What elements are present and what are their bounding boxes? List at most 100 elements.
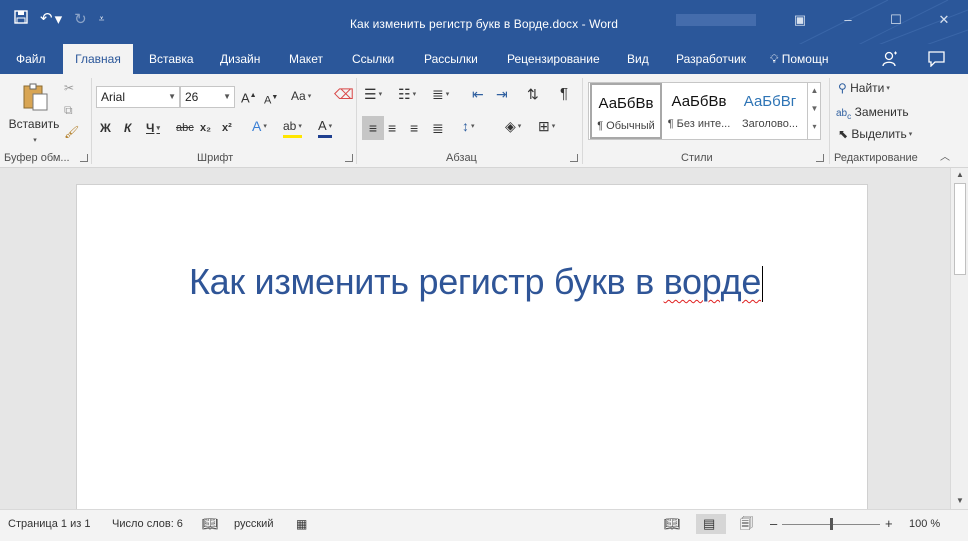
styles-dialog-launcher[interactable] [816, 154, 824, 162]
tab-view[interactable]: Вид [615, 44, 661, 74]
misspelled-word[interactable]: ворде [664, 261, 762, 302]
ribbon-tabs: Файл Главная Вставка Дизайн Макет Ссылки… [0, 44, 968, 74]
text-effects-icon: A [252, 118, 262, 134]
align-left-icon[interactable]: ≡ [362, 116, 384, 140]
clear-formatting-icon[interactable]: ⌫ [334, 86, 354, 102]
find-button[interactable]: ⚲ Найти ▾ [838, 80, 890, 97]
styles-gallery: АаБбВв ¶ Обычный АаБбВв ¶ Без инте... Аа… [588, 82, 821, 140]
format-painter-icon[interactable]: 🖌︎ [64, 124, 79, 140]
word-count[interactable]: Число слов: 6 [112, 516, 183, 532]
superscript-button[interactable]: x² [222, 120, 232, 136]
close-button[interactable]: ✕ [920, 12, 968, 28]
underline-button[interactable]: Ч ▾ [146, 120, 160, 137]
tab-mailings[interactable]: Рассылки [412, 44, 490, 74]
more-styles-icon[interactable]: ▾ [808, 118, 821, 136]
show-formatting-button[interactable]: ¶ [560, 86, 568, 102]
select-button[interactable]: ⬉ Выделить ▾ [838, 126, 912, 143]
chevron-down-icon[interactable]: ▼ [808, 100, 821, 118]
font-name-combo[interactable]: Arial ▼ [96, 86, 180, 108]
tell-me-label: Помощн [781, 52, 829, 66]
styles-group-label: Стили [681, 152, 713, 164]
align-center-icon[interactable]: ≡ [388, 120, 396, 136]
increase-indent-icon[interactable]: ⇥ [496, 86, 508, 102]
subscript-button[interactable]: x₂ [200, 120, 211, 136]
italic-button[interactable]: К [124, 120, 131, 136]
web-layout-icon[interactable]: 🗐︎ [740, 516, 753, 532]
numbering-icon[interactable]: ☷ ▾ [398, 86, 416, 103]
shading-icon[interactable]: ◈ ▾ [505, 118, 521, 135]
macro-recording-icon[interactable]: ▦ [296, 516, 307, 532]
borders-icon[interactable]: ⊞ ▾ [538, 118, 555, 135]
scrollbar-thumb[interactable] [954, 183, 966, 275]
comments-icon[interactable] [928, 51, 945, 71]
vertical-scrollbar[interactable]: ▲ ▼ [950, 168, 968, 509]
account-name-blurred[interactable] [676, 14, 756, 26]
zoom-level[interactable]: 100 % [909, 516, 940, 532]
paste-button[interactable]: Вставить ▾ [6, 116, 62, 149]
font-size-combo[interactable]: 26 ▼ [180, 86, 235, 108]
paragraph-dialog-launcher[interactable] [570, 154, 578, 162]
read-mode-icon[interactable]: 📖︎ [664, 516, 681, 532]
separator [829, 78, 830, 164]
heading-text: Как изменить регистр букв в [189, 261, 664, 302]
language-indicator[interactable]: русский [234, 516, 273, 532]
bold-button[interactable]: Ж [100, 120, 111, 136]
document-page[interactable]: Как изменить регистр букв в ворде [76, 184, 868, 514]
zoom-slider-thumb[interactable] [830, 518, 833, 530]
change-case-button[interactable]: Aa ▾ [291, 88, 311, 105]
status-bar: Страница 1 из 1 Число слов: 6 📖︎ русский… [0, 509, 968, 541]
justify-icon[interactable]: ≣ [432, 120, 444, 136]
font-size-value: 26 [185, 90, 199, 104]
text-effects-button[interactable]: A ▾ [252, 118, 267, 135]
chevron-up-icon[interactable]: ▲ [808, 82, 821, 100]
minimize-button[interactable]: – [824, 12, 872, 28]
tab-developer[interactable]: Разработчик [664, 44, 758, 74]
separator [91, 78, 92, 164]
scroll-up-icon[interactable]: ▲ [951, 170, 968, 179]
shrink-font-button[interactable]: A▼ [264, 90, 278, 109]
paste-icon[interactable] [18, 82, 52, 116]
tab-review[interactable]: Рецензирование [495, 44, 612, 74]
style-heading-1[interactable]: АаБбВг Заголово... [735, 83, 805, 139]
strikethrough-button[interactable]: abc [176, 120, 194, 136]
tab-insert[interactable]: Вставка [137, 44, 206, 74]
zoom-in-button[interactable]: + [885, 516, 893, 532]
document-heading[interactable]: Как изменить регистр букв в ворде [189, 261, 764, 303]
tab-design[interactable]: Дизайн [208, 44, 272, 74]
tab-home[interactable]: Главная [63, 44, 133, 74]
print-layout-icon[interactable]: ▤ [703, 516, 715, 532]
page-count[interactable]: Страница 1 из 1 [8, 516, 90, 532]
copy-icon[interactable]: ⧉ [64, 102, 73, 118]
highlight-button[interactable]: ab ▾ [283, 118, 302, 138]
tell-me-search[interactable]: 💡︎ Помощн [770, 44, 828, 74]
line-spacing-icon[interactable]: ↕ ▾ [462, 118, 475, 135]
cut-icon[interactable]: ✂ [64, 80, 74, 96]
collapse-ribbon-icon[interactable]: ︿ [940, 150, 950, 166]
share-user-icon[interactable] [882, 51, 898, 71]
maximize-button[interactable]: ☐ [872, 12, 920, 28]
font-name-value: Arial [101, 90, 126, 104]
scroll-down-icon[interactable]: ▼ [951, 496, 968, 505]
font-color-button[interactable]: A ▾ [318, 118, 333, 138]
style-normal[interactable]: АаБбВв ¶ Обычный [590, 83, 662, 139]
tab-references[interactable]: Ссылки [340, 44, 406, 74]
font-dialog-launcher[interactable] [345, 154, 353, 162]
align-right-icon[interactable]: ≡ [410, 120, 418, 136]
multilevel-list-icon[interactable]: ≣ ▾ [432, 86, 449, 103]
replace-button[interactable]: abc Заменить [836, 104, 909, 124]
replace-icon: abc [836, 108, 852, 121]
sort-icon[interactable]: ⇅ [527, 86, 539, 102]
bullets-icon[interactable]: ☰ ▾ [364, 86, 382, 103]
tab-layout[interactable]: Макет [277, 44, 335, 74]
font-group-label: Шрифт [197, 152, 234, 164]
grow-font-button[interactable]: A▲ [241, 88, 257, 106]
style-name: Заголово... [741, 118, 799, 130]
proofing-icon[interactable]: 📖︎ [202, 516, 219, 532]
style-no-spacing[interactable]: АаБбВв ¶ Без инте... [663, 83, 735, 139]
decrease-indent-icon[interactable]: ⇤ [472, 86, 484, 102]
ribbon-display-options-icon[interactable]: ▣ [776, 12, 824, 28]
styles-scroll[interactable]: ▲ ▼ ▾ [807, 82, 821, 140]
tab-file[interactable]: Файл [4, 44, 58, 74]
zoom-out-button[interactable]: – [770, 516, 777, 532]
clipboard-dialog-launcher[interactable] [80, 154, 88, 162]
